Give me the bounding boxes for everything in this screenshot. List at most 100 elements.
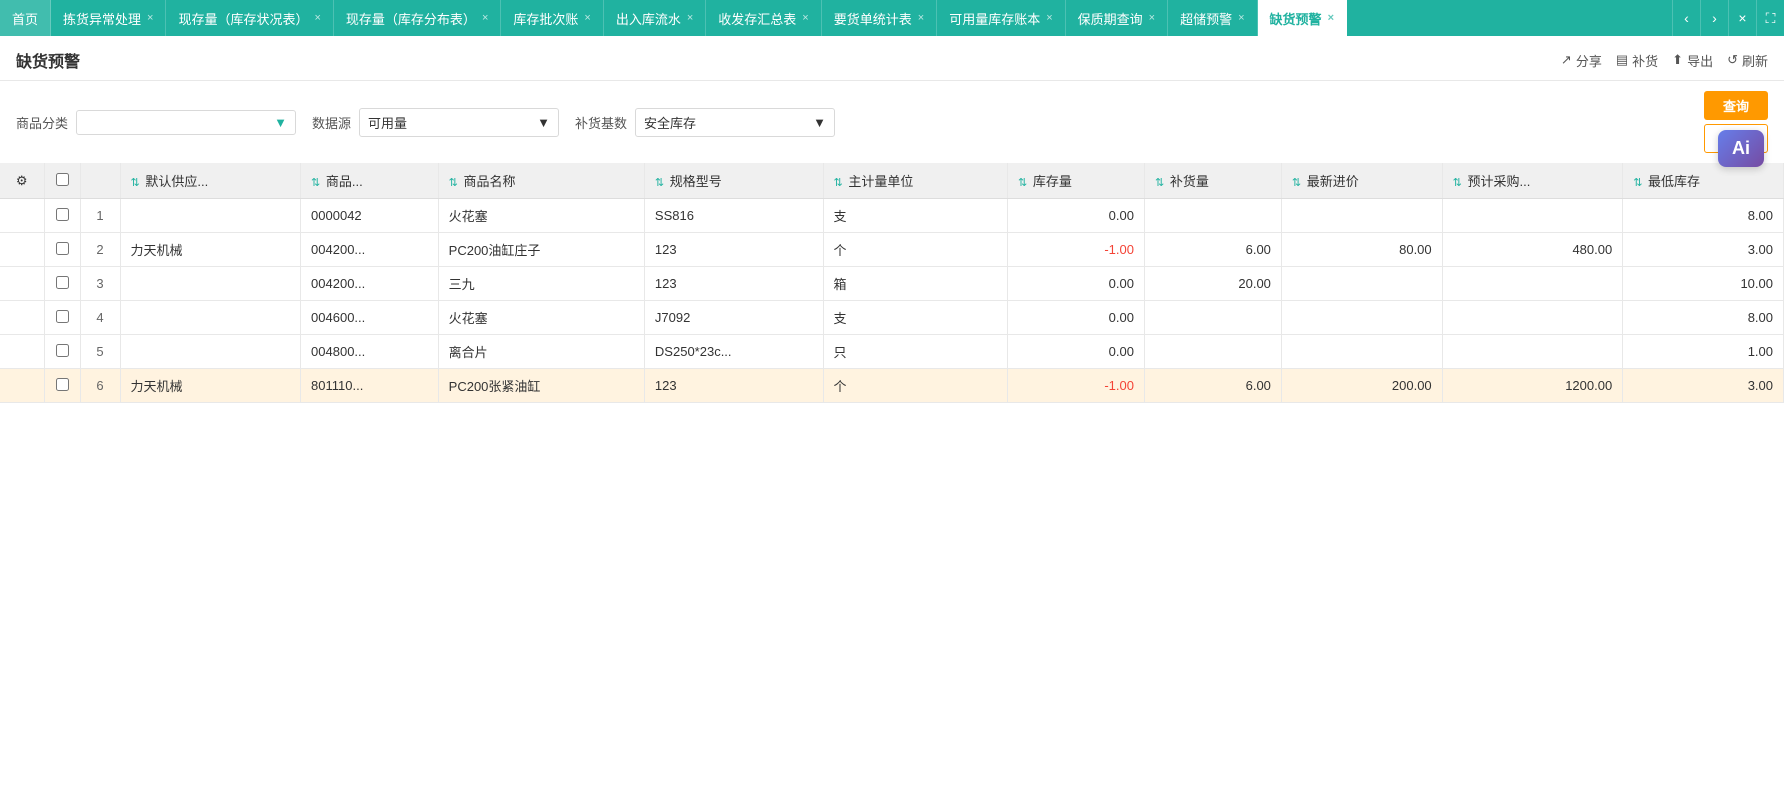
row-check-5[interactable]	[56, 378, 69, 391]
datasource-dropdown-icon: ▼	[537, 115, 550, 130]
tab-demand[interactable]: 要货单统计表 ×	[822, 0, 937, 36]
datasource-filter-group: 数据源 可用量 ▼	[312, 108, 559, 137]
sort-icon-price: ⇅	[1292, 177, 1301, 189]
tab-close-batch-account[interactable]: ×	[584, 12, 590, 24]
row-check-4[interactable]	[56, 344, 69, 357]
row-spec-5: 123	[644, 369, 823, 403]
row-stock-0: 0.00	[1008, 199, 1145, 233]
row-replenish-3	[1144, 301, 1281, 335]
tab-available-stock[interactable]: 可用量库存账本 ×	[937, 0, 1065, 36]
table-row: 5 004800... 离合片 DS250*23c... 只 0.00 1.00	[0, 335, 1784, 369]
tab-close-all[interactable]: ×	[1728, 0, 1756, 36]
tab-close-summary[interactable]: ×	[802, 12, 808, 24]
replenish-icon: ▤	[1616, 52, 1628, 68]
row-checkbox-5[interactable]	[44, 369, 80, 403]
sort-icon-replenish: ⇅	[1155, 177, 1164, 189]
table-row: 3 004200... 三九 123 箱 0.00 20.00 10.00	[0, 267, 1784, 301]
row-num-2: 3	[80, 267, 120, 301]
tab-close-flow[interactable]: ×	[687, 12, 693, 24]
row-min-stock-1: 3.00	[1623, 233, 1784, 267]
tab-close-overstock[interactable]: ×	[1238, 12, 1244, 24]
replenish-filter-group: 补货基数 安全库存 ▼	[575, 108, 835, 137]
row-name-2: 三九	[438, 267, 644, 301]
row-replenish-0	[1144, 199, 1281, 233]
tab-shortage[interactable]: 缺货预警 ×	[1258, 0, 1347, 36]
column-default-supplier[interactable]: ⇅ 默认供应...	[120, 163, 301, 199]
tab-fullscreen[interactable]: ⛶	[1756, 0, 1784, 36]
row-num-4: 5	[80, 335, 120, 369]
column-checkbox[interactable]	[44, 163, 80, 199]
replenish-button[interactable]: ▤ 补货	[1616, 51, 1658, 70]
datasource-value: 可用量	[368, 113, 407, 132]
row-num-5: 6	[80, 369, 120, 403]
row-code-2: 004200...	[301, 267, 439, 301]
row-estimated-2	[1442, 267, 1623, 301]
row-estimated-3	[1442, 301, 1623, 335]
column-goods-name[interactable]: ⇅ 商品名称	[438, 163, 644, 199]
tab-close-picking[interactable]: ×	[147, 12, 153, 24]
header-actions: ↗ 分享 ▤ 补货 ⬆ 导出 ↺ 刷新	[1561, 51, 1768, 70]
row-stock-2: 0.00	[1008, 267, 1145, 301]
page-container: 缺货预警 ↗ 分享 ▤ 补货 ⬆ 导出 ↺ 刷新 商品分类	[0, 36, 1784, 796]
tab-nav-next[interactable]: ›	[1700, 0, 1728, 36]
tab-overstock[interactable]: 超储预警 ×	[1168, 0, 1257, 36]
tab-close-expiry[interactable]: ×	[1149, 12, 1155, 24]
row-checkbox-0[interactable]	[44, 199, 80, 233]
tab-summary[interactable]: 收发存汇总表 ×	[706, 0, 821, 36]
tab-inventory-status[interactable]: 现存量（库存状况表） ×	[166, 0, 333, 36]
column-min-stock[interactable]: ⇅ 最低库存	[1623, 163, 1784, 199]
refresh-button[interactable]: ↺ 刷新	[1727, 51, 1768, 70]
tab-close-available-stock[interactable]: ×	[1046, 12, 1052, 24]
select-all-checkbox[interactable]	[56, 173, 69, 186]
row-check-2[interactable]	[56, 276, 69, 289]
tab-home[interactable]: 首页	[0, 0, 51, 36]
row-code-5: 801110...	[301, 369, 439, 403]
row-gear-4	[0, 335, 44, 369]
tab-close-inventory-status[interactable]: ×	[314, 12, 320, 24]
sort-icon-name: ⇅	[449, 177, 458, 189]
column-row-num	[80, 163, 120, 199]
column-unit[interactable]: ⇅ 主计量单位	[823, 163, 1008, 199]
column-estimated-purchase[interactable]: ⇅ 预计采购...	[1442, 163, 1623, 199]
tab-picking[interactable]: 拣货异常处理 ×	[51, 0, 166, 36]
row-checkbox-3[interactable]	[44, 301, 80, 335]
row-code-3: 004600...	[301, 301, 439, 335]
tab-nav-prev[interactable]: ‹	[1672, 0, 1700, 36]
category-select[interactable]: ▼	[76, 110, 296, 135]
column-spec[interactable]: ⇅ 规格型号	[644, 163, 823, 199]
row-checkbox-1[interactable]	[44, 233, 80, 267]
row-code-0: 0000042	[301, 199, 439, 233]
column-latest-price[interactable]: ⇅ 最新进价	[1281, 163, 1442, 199]
row-check-0[interactable]	[56, 208, 69, 221]
share-button[interactable]: ↗ 分享	[1561, 51, 1602, 70]
tab-batch-account[interactable]: 库存批次账 ×	[501, 0, 603, 36]
query-button[interactable]: 查询	[1704, 91, 1768, 120]
table-container: ⚙ ⇅ 默认供应... ⇅ 商品... ⇅	[0, 163, 1784, 403]
tab-close-demand[interactable]: ×	[918, 12, 924, 24]
column-gear[interactable]: ⚙	[0, 163, 44, 199]
export-button[interactable]: ⬆ 导出	[1672, 51, 1713, 70]
row-latest-price-5: 200.00	[1281, 369, 1442, 403]
tab-close-shortage[interactable]: ×	[1328, 12, 1334, 24]
replenish-select[interactable]: 安全库存 ▼	[635, 108, 835, 137]
row-checkbox-4[interactable]	[44, 335, 80, 369]
row-check-1[interactable]	[56, 242, 69, 255]
ai-badge[interactable]: Ai	[1718, 130, 1764, 167]
tab-expiry[interactable]: 保质期查询 ×	[1066, 0, 1168, 36]
column-stock[interactable]: ⇅ 库存量	[1008, 163, 1145, 199]
data-table: ⚙ ⇅ 默认供应... ⇅ 商品... ⇅	[0, 163, 1784, 403]
row-supplier-1: 力天机械	[120, 233, 301, 267]
column-replenish[interactable]: ⇅ 补货量	[1144, 163, 1281, 199]
column-goods-code[interactable]: ⇅ 商品...	[301, 163, 439, 199]
tab-flow[interactable]: 出入库流水 ×	[604, 0, 706, 36]
row-num-0: 1	[80, 199, 120, 233]
tab-close-inventory-distribution[interactable]: ×	[482, 12, 488, 24]
table-header-row: ⚙ ⇅ 默认供应... ⇅ 商品... ⇅	[0, 163, 1784, 199]
row-check-3[interactable]	[56, 310, 69, 323]
row-latest-price-0	[1281, 199, 1442, 233]
tab-inventory-distribution[interactable]: 现存量（库存分布表） ×	[334, 0, 501, 36]
row-supplier-2	[120, 267, 301, 301]
replenish-value: 安全库存	[644, 113, 696, 132]
datasource-select[interactable]: 可用量 ▼	[359, 108, 559, 137]
row-checkbox-2[interactable]	[44, 267, 80, 301]
